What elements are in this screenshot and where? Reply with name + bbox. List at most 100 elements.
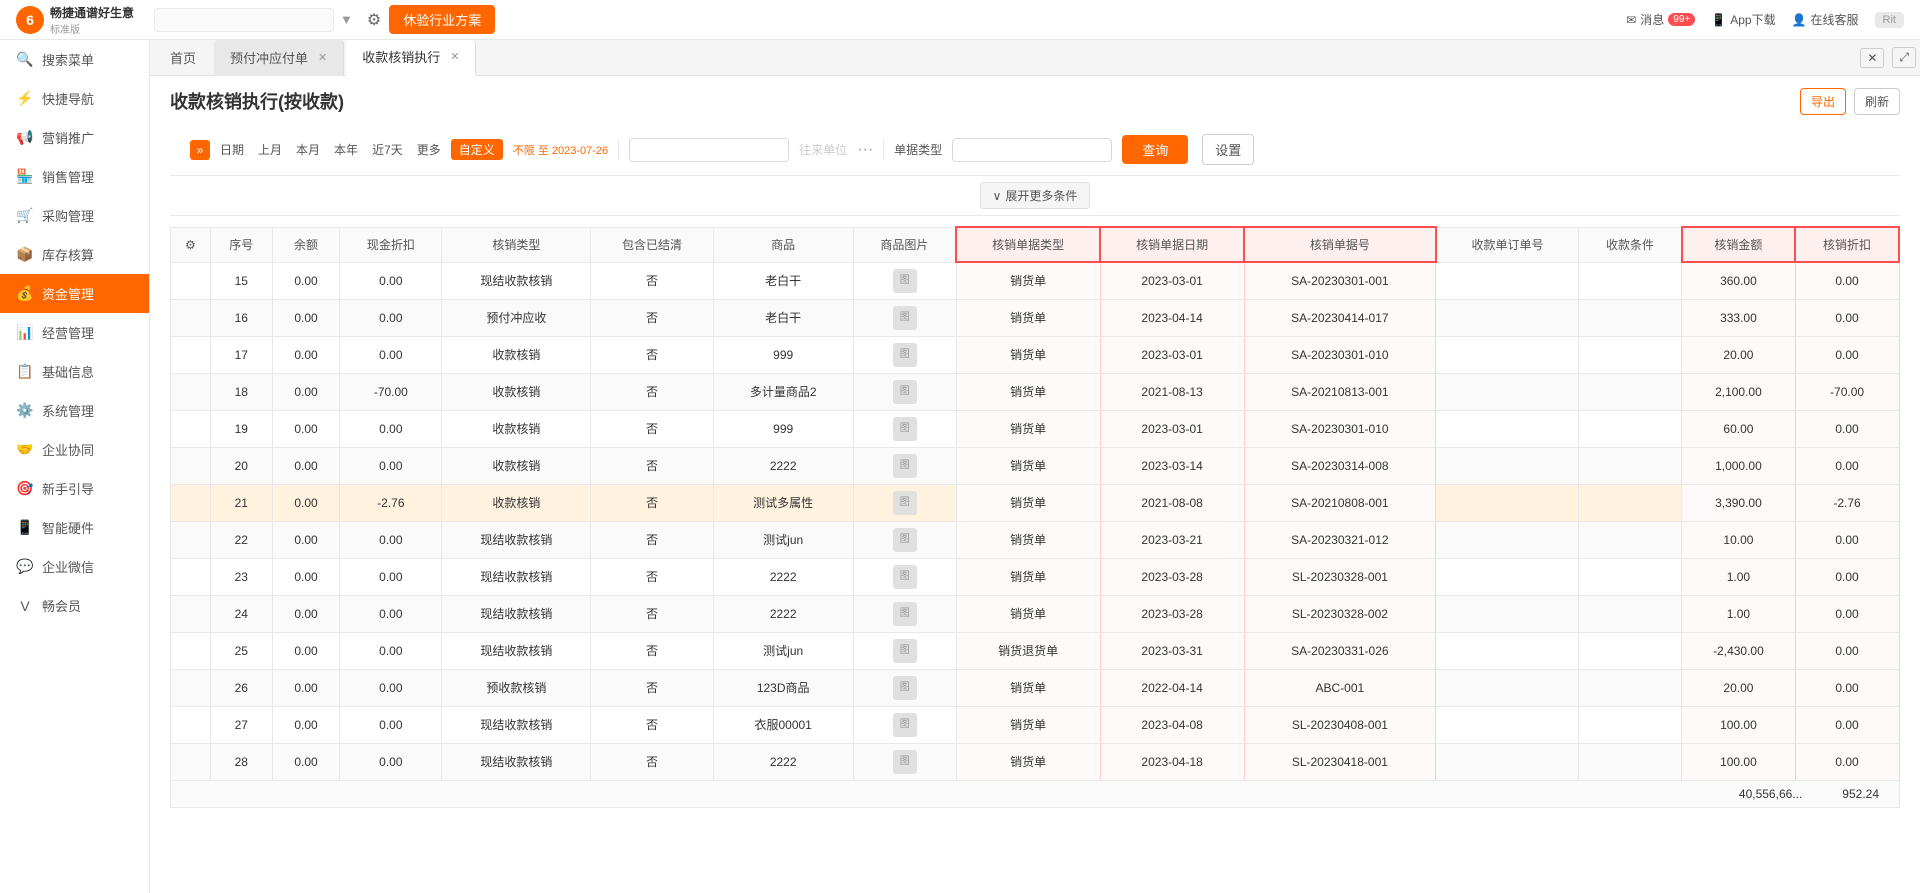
sidebar-label: 搜索菜单 [42, 50, 94, 69]
sidebar: 🔍 搜索菜单 ⚡ 快捷导航 📢 营销推广 🏪 销售管理 🛒 采购管理 📦 [0, 40, 150, 893]
tab-close-btn[interactable]: ✕ [1860, 48, 1884, 68]
user-avatar[interactable]: Rit [1875, 12, 1904, 28]
vip-icon: V [16, 598, 34, 614]
logo-sub: 标准版 [50, 21, 134, 36]
tab-restore-btn[interactable]: ⤢ [1892, 47, 1916, 68]
col-verify-type: 核销类型 [442, 227, 591, 262]
date-label: 日期 [220, 141, 244, 158]
single-type-select[interactable] [952, 138, 1112, 162]
tab-collection[interactable]: 收款核销执行 ✕ [346, 40, 476, 76]
col-collection-condition: 收款条件 [1579, 227, 1682, 262]
col-verify-bill-no: 核销单据号 [1244, 227, 1436, 262]
sidebar-item-quick-nav[interactable]: ⚡ 快捷导航 [0, 79, 149, 118]
col-verify-discount: 核销折扣 [1795, 227, 1899, 262]
date-range-display: 不限 至 2023-07-26 [513, 142, 608, 158]
table-row: 210.00-2.76收款核销否测试多属性图销货单2021-08-08SA-20… [171, 484, 1900, 521]
table-row: 220.000.00现结收款核销否测试jun图销货单2023-03-21SA-2… [171, 521, 1900, 558]
message-btn[interactable]: ✉ 消息 99+ [1626, 11, 1695, 28]
logo-name: 畅捷通谱好生意 [50, 4, 134, 21]
system-icon: ⚙️ [16, 402, 34, 419]
partner-more-icon[interactable]: ··· [857, 141, 873, 159]
filter-expand-arrow[interactable]: » [190, 140, 210, 160]
dropdown-arrow-icon[interactable]: ▼ [340, 12, 353, 27]
expand-more-btn[interactable]: ∨ 展开更多条件 [980, 182, 1091, 209]
table-row: 260.000.00预收款核销否123D商品图销货单2022-04-14ABC-… [171, 669, 1900, 706]
partner-input[interactable] [629, 138, 789, 162]
col-num: 序号 [210, 227, 272, 262]
divider1 [618, 140, 619, 160]
export-btn[interactable]: 导出 [1800, 88, 1846, 115]
tab-close-collection[interactable]: ✕ [450, 50, 459, 63]
date-btn-7days[interactable]: 近7天 [368, 139, 407, 160]
content-area: 首页 预付冲应付单 ✕ 收款核销执行 ✕ ✕ ⤢ 收款 [150, 40, 1920, 893]
page-header: 收款核销执行(按收款) 导出 刷新 » 日期 上月 本月 本年 近7天 [150, 76, 1920, 216]
filter-bar: » 日期 上月 本月 本年 近7天 更多 自定义 不限 至 2023-07-26 [170, 124, 1900, 176]
chevron-down-icon: ∨ [993, 189, 1002, 203]
sidebar-item-system[interactable]: ⚙️ 系统管理 [0, 391, 149, 430]
sidebar-item-basic-info[interactable]: 📋 基础信息 [0, 352, 149, 391]
top-bar: 6 畅捷通谱好生意 标准版 ▼ ⚙ 休验行业方案 ✉ 消息 99+ 📱 App下… [0, 0, 1920, 40]
sidebar-label: 企业协同 [42, 440, 94, 459]
date-btn-more[interactable]: 更多 [413, 139, 445, 160]
date-range-text: 不限 至 2023-07-26 [513, 142, 608, 158]
sidebar-item-enterprise-wechat[interactable]: 💬 企业微信 [0, 547, 149, 586]
app-download-btn[interactable]: 📱 App下载 [1711, 11, 1775, 28]
marketing-icon: 📢 [16, 129, 34, 146]
sidebar-label: 企业微信 [42, 557, 94, 576]
service-icon: 👤 [1792, 13, 1807, 27]
message-icon: ✉ [1626, 13, 1636, 27]
industry-btn[interactable]: 休验行业方案 [389, 5, 495, 34]
table-row: 190.000.00收款核销否999图销货单2023-03-01SA-20230… [171, 410, 1900, 447]
tab-home[interactable]: 首页 [154, 40, 212, 76]
settings-btn[interactable]: 设置 [1202, 134, 1254, 165]
sidebar-item-search-menu[interactable]: 🔍 搜索菜单 [0, 40, 149, 79]
query-btn[interactable]: 查询 [1122, 135, 1188, 164]
top-search-input[interactable] [154, 8, 334, 32]
tab-bar: 首页 预付冲应付单 ✕ 收款核销执行 ✕ ✕ ⤢ [150, 40, 1920, 76]
sidebar-label: 快捷导航 [42, 89, 94, 108]
online-service-btn[interactable]: 👤 在线客服 [1792, 11, 1859, 28]
sidebar-label: 采购管理 [42, 206, 94, 225]
page-actions: 导出 刷新 [1800, 88, 1900, 115]
tab-close-prepay[interactable]: ✕ [318, 51, 327, 64]
table-body: 150.000.00现结收款核销否老白干图销货单2023-03-01SA-202… [171, 262, 1900, 780]
col-verify-bill-type: 核销单据类型 [956, 227, 1100, 262]
sidebar-item-operation[interactable]: 📊 经营管理 [0, 313, 149, 352]
table-row: 160.000.00预付冲应收否老白干图销货单2023-04-14SA-2023… [171, 299, 1900, 336]
single-type-label: 单据类型 [894, 141, 942, 158]
sidebar-item-inventory[interactable]: 📦 库存核算 [0, 235, 149, 274]
sidebar-item-sales[interactable]: 🏪 销售管理 [0, 157, 149, 196]
table-row: 280.000.00现结收款核销否2222图销货单2023-04-18SL-20… [171, 743, 1900, 780]
wechat-icon: 💬 [16, 558, 34, 575]
table-row: 240.000.00现结收款核销否2222图销货单2023-03-28SL-20… [171, 595, 1900, 632]
col-verify-bill-date: 核销单据日期 [1100, 227, 1244, 262]
operation-icon: 📊 [16, 324, 34, 341]
date-btn-last-month[interactable]: 上月 [254, 139, 286, 160]
collab-icon: 🤝 [16, 441, 34, 458]
sidebar-item-vip[interactable]: V 畅会员 [0, 586, 149, 625]
footer-total-amount: 40,556,66... [1739, 787, 1802, 801]
table-header: ⚙ 序号 余额 现金折扣 核销类型 包含已结清 商品 商品图片 核销单据类型 核… [171, 227, 1900, 262]
date-custom-btn[interactable]: 自定义 [451, 139, 503, 160]
sidebar-item-newbie[interactable]: 🎯 新手引导 [0, 469, 149, 508]
date-options: 上月 本月 本年 近7天 更多 自定义 [254, 139, 503, 160]
newbie-icon: 🎯 [16, 480, 34, 497]
message-badge: 99+ [1668, 13, 1695, 26]
gear-icon[interactable]: ⚙ [367, 10, 381, 30]
purchase-icon: 🛒 [16, 207, 34, 224]
col-verify-amount: 核销金额 [1682, 227, 1795, 262]
sidebar-item-finance[interactable]: 💰 资金管理 [0, 274, 149, 313]
date-btn-this-month[interactable]: 本月 [292, 139, 324, 160]
sidebar-item-purchase[interactable]: 🛒 采购管理 [0, 196, 149, 235]
sidebar-item-marketing[interactable]: 📢 营销推广 [0, 118, 149, 157]
search-icon: 🔍 [16, 51, 34, 68]
tab-prepay[interactable]: 预付冲应付单 ✕ [214, 40, 344, 76]
date-btn-this-year[interactable]: 本年 [330, 139, 362, 160]
sidebar-item-enterprise-collab[interactable]: 🤝 企业协同 [0, 430, 149, 469]
table-row: 200.000.00收款核销否2222图销货单2023-03-14SA-2023… [171, 447, 1900, 484]
footer-totals: 40,556,66... 952.24 [1739, 787, 1899, 801]
refresh-btn[interactable]: 刷新 [1854, 88, 1900, 115]
sidebar-item-smart-hardware[interactable]: 📱 智能硬件 [0, 508, 149, 547]
col-settings[interactable]: ⚙ [171, 227, 211, 262]
sidebar-label: 销售管理 [42, 167, 94, 186]
